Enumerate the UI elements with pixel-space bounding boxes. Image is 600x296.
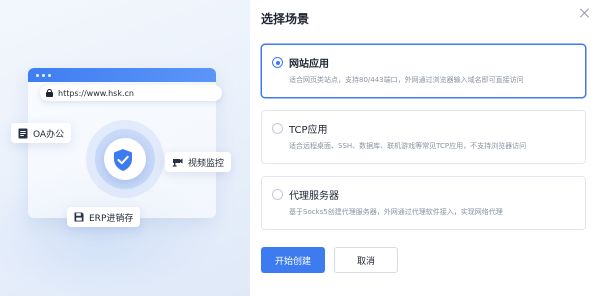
option-card-proxy[interactable]: 代理服务器 基于Socks5创建代理服务器，外网通过代理软件接入，实现网络代理	[261, 176, 586, 230]
shield-check-icon	[110, 147, 136, 173]
browser-title-bar	[28, 68, 216, 82]
close-icon[interactable]	[578, 6, 592, 20]
video-surveillance-chip: 视频监控	[165, 152, 232, 172]
start-create-button[interactable]: 开始创建	[261, 247, 325, 273]
radio-button[interactable]	[272, 189, 283, 200]
option-title: 代理服务器	[289, 191, 339, 202]
option-title: TCP应用	[289, 125, 328, 136]
window-dot-icon	[42, 73, 45, 77]
camera-icon	[172, 157, 183, 167]
option-title: 网站应用	[289, 59, 329, 70]
video-chip-label: 视频监控	[188, 158, 225, 169]
option-description: 适合远程桌面、SSH、数据库、联机游戏等常见TCP应用，不支持浏览器访问	[289, 142, 527, 150]
radio-button[interactable]	[272, 123, 283, 134]
window-dot-icon	[48, 73, 51, 77]
window-dot-icon	[36, 73, 39, 77]
url-bar: https://www.hsk.cn	[40, 85, 222, 101]
oa-chip: OA办公	[11, 123, 72, 143]
floppy-disk-icon	[74, 212, 84, 222]
erp-chip: ERP进销存	[67, 207, 141, 227]
option-card-tcp[interactable]: TCP应用 适合远程桌面、SSH、数据库、联机游戏等常见TCP应用，不支持浏览器…	[261, 110, 586, 164]
lock-icon	[46, 89, 53, 97]
oa-chip-label: OA办公	[33, 129, 65, 140]
illustration-panel: https://www.hsk.cn OA办公 视频监控 ERP进销存	[0, 0, 250, 296]
option-card-website[interactable]: 网站应用 适合网页类站点，支持80/443端口，外网通过浏览器输入域名即可直接访…	[261, 44, 586, 98]
url-text: https://www.hsk.cn	[58, 88, 134, 98]
option-description: 基于Socks5创建代理服务器，外网通过代理软件接入，实现网络代理	[289, 208, 503, 216]
option-description: 适合网页类站点，支持80/443端口，外网通过浏览器输入域名即可直接访问	[289, 76, 524, 84]
radio-button[interactable]	[272, 57, 283, 68]
cancel-button[interactable]: 取消	[334, 247, 398, 273]
scene-select-dialog: https://www.hsk.cn OA办公 视频监控 ERP进销存 选择场景…	[0, 0, 600, 296]
document-icon	[18, 128, 28, 139]
erp-chip-label: ERP进销存	[89, 213, 134, 224]
dialog-title: 选择场景	[261, 12, 310, 26]
